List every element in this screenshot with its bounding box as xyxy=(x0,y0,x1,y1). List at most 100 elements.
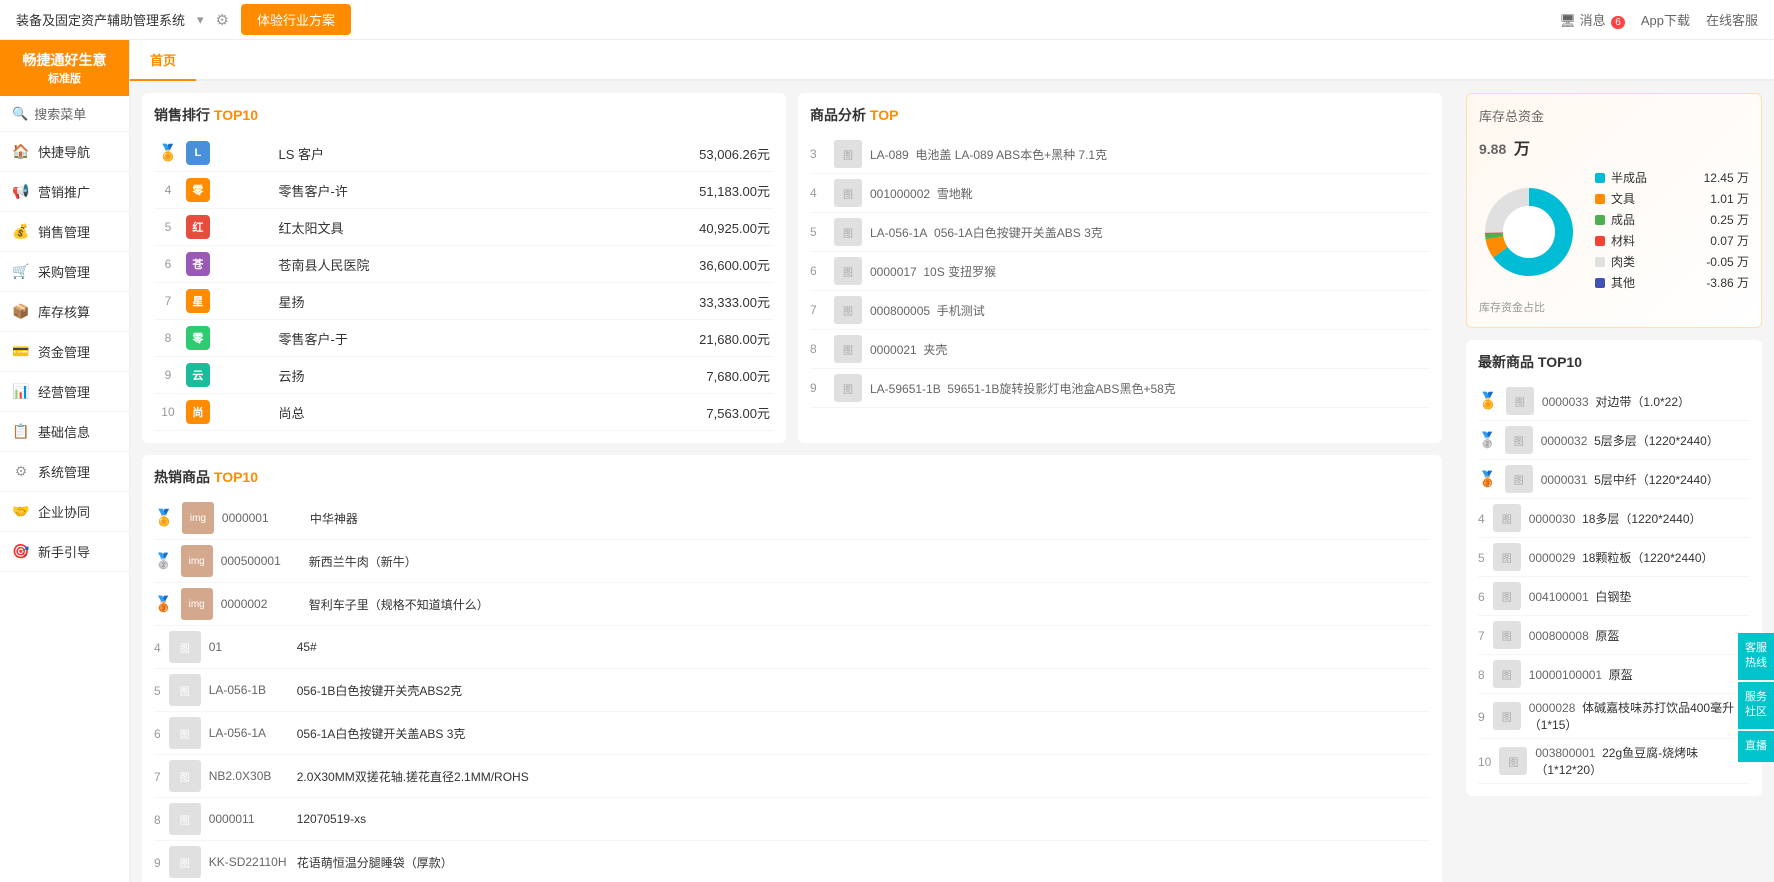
list-item: 🥉 img 0000002 智利车子里（规格不知道填什么） xyxy=(154,583,1430,626)
list-item: 🥈 img 000500001 新西兰牛肉（新牛） xyxy=(154,540,1430,583)
new-products-title: 最新商品 TOP10 xyxy=(1478,352,1750,372)
nav-tabs: 首页 xyxy=(130,40,1774,81)
sidebar-logo[interactable]: 畅捷通好生意 标准版 xyxy=(0,40,129,96)
chart-subtitle: 库存资金占比 xyxy=(1479,299,1749,315)
operations-icon: 📊 xyxy=(12,383,30,401)
list-item: 4 图 001000002 雪地靴 xyxy=(810,174,1430,213)
new-products-card: 最新商品 TOP10 🏅 图 0000033 对边带（1.0*22） 🥈 图 0… xyxy=(1466,340,1762,796)
list-item: 6 图 0000017 10S 变扭罗猴 xyxy=(810,252,1430,291)
topbar-app-download[interactable]: App下载 xyxy=(1641,10,1690,29)
topbar-online-service[interactable]: 在线客服 xyxy=(1706,10,1758,29)
list-item: 9 图 KK-SD22110H 花语萌恒温分腿睡袋（厚款） xyxy=(154,841,1430,882)
table-row: 10 尚 尚总 7,563.00元 xyxy=(154,394,774,431)
table-row: 9 云 云扬 7,680.00元 xyxy=(154,357,774,394)
sales-ranking-table: 🏅 L LS 客户 53,006.26元 4 零 零售客户-许 51,183.0… xyxy=(154,135,774,431)
chart-legend: 半成品 12.45 万 文具 1.01 万 成品 0.25 万 材料 0.07 … xyxy=(1595,169,1749,295)
list-item: 4 图 01 45# xyxy=(154,626,1430,669)
topbar-gear-icon[interactable]: ⚙ xyxy=(216,11,229,29)
float-button[interactable]: 服务社区 xyxy=(1738,682,1774,729)
legend-item: 半成品 12.45 万 xyxy=(1595,169,1749,186)
list-item: 7 图 000800008 原盔 xyxy=(1478,616,1750,655)
sidebar-search[interactable]: 🔍 搜索菜单 xyxy=(0,96,129,132)
table-row: 🏅 L LS 客户 53,006.26元 xyxy=(154,135,774,172)
sidebar-item-guide[interactable]: 🎯 新手引导 xyxy=(0,532,129,572)
table-row: 7 星 星扬 33,333.00元 xyxy=(154,283,774,320)
topbar-dropdown-icon[interactable]: ▾ xyxy=(197,12,204,28)
list-item: 5 图 LA-056-1A 056-1A白色按键开关盖ABS 3克 xyxy=(810,213,1430,252)
inventory-icon: 📦 xyxy=(12,303,30,321)
legend-item: 其他 -3.86 万 xyxy=(1595,274,1749,291)
sales-ranking-card: 销售排行 TOP10 🏅 L LS 客户 53,006.26元 4 零 零售客户… xyxy=(142,93,786,443)
inventory-label: 库存总资金 xyxy=(1479,106,1749,125)
donut-chart xyxy=(1479,182,1579,282)
sidebar-item-marketing[interactable]: 📢 营销推广 xyxy=(0,172,129,212)
finance-icon: 💳 xyxy=(12,343,30,361)
sidebar: 畅捷通好生意 标准版 🔍 搜索菜单 🏠 快捷导航 📢 营销推广 💰 销售管理 🛒… xyxy=(0,40,130,882)
float-button[interactable]: 客服热线 xyxy=(1738,633,1774,680)
list-item: 10 图 003800001 22g鱼豆腐-烧烤味（1*12*20） xyxy=(1478,739,1750,784)
search-icon: 🔍 xyxy=(12,106,28,122)
list-item: 7 图 NB2.0X30B 2.0X30MM双搓花轴.搓花直径2.1MM/ROH… xyxy=(154,755,1430,798)
table-row: 6 苍 苍南县人民医院 36,600.00元 xyxy=(154,246,774,283)
list-item: 5 图 0000029 18颗粒板（1220*2440） xyxy=(1478,538,1750,577)
list-item: 🏅 图 0000033 对边带（1.0*22） xyxy=(1478,382,1750,421)
list-item: 🥉 图 0000031 5层中纤（1220*2440） xyxy=(1478,460,1750,499)
sidebar-item-operations[interactable]: 📊 经营管理 xyxy=(0,372,129,412)
float-button[interactable]: 直播 xyxy=(1738,731,1774,762)
topbar-system-name: 装备及固定资产辅助管理系统 xyxy=(16,10,185,29)
enterprise-icon: 🤝 xyxy=(12,503,30,521)
legend-item: 材料 0.07 万 xyxy=(1595,232,1749,249)
list-item: 🏅 img 0000001 中华神器 xyxy=(154,497,1430,540)
table-row: 8 零 零售客户-于 21,680.00元 xyxy=(154,320,774,357)
topbar-messages[interactable]: 🖥 消息 6 xyxy=(1560,10,1625,29)
list-item: 5 图 LA-056-1B 056-1B白色按键开关壳ABS2克 xyxy=(154,669,1430,712)
sidebar-item-enterprise[interactable]: 🤝 企业协同 xyxy=(0,492,129,532)
list-item: 6 图 004100001 白钢垫 xyxy=(1478,577,1750,616)
sidebar-item-inventory[interactable]: 📦 库存核算 xyxy=(0,292,129,332)
inventory-card: 库存总资金 9.88 万 xyxy=(1466,93,1762,328)
marketing-icon: 📢 xyxy=(12,183,30,201)
hot-products-card: 热销商品 TOP10 🏅 img 0000001 中华神器 🥈 img 0005… xyxy=(142,455,1442,882)
legend-item: 肉类 -0.05 万 xyxy=(1595,253,1749,270)
list-item: 4 图 0000030 18多层（1220*2440） xyxy=(1478,499,1750,538)
top-section: 销售排行 TOP10 🏅 L LS 客户 53,006.26元 4 零 零售客户… xyxy=(142,93,1442,443)
topbar: 装备及固定资产辅助管理系统 ▾ ⚙ 体验行业方案 🖥 消息 6 App下载 在线… xyxy=(0,0,1774,40)
tab-home[interactable]: 首页 xyxy=(130,40,196,81)
hot-products-list: 🏅 img 0000001 中华神器 🥈 img 000500001 新西兰牛肉… xyxy=(154,497,1430,882)
sidebar-item-sales[interactable]: 💰 销售管理 xyxy=(0,212,129,252)
sidebar-item-purchase[interactable]: 🛒 采购管理 xyxy=(0,252,129,292)
legend-item: 成品 0.25 万 xyxy=(1595,211,1749,228)
product-analysis-list: 3 图 LA-089 电池盖 LA-089 ABS本色+黑种 7.1克 4 图 … xyxy=(810,135,1430,408)
guide-icon: 🎯 xyxy=(12,543,30,561)
legend-item: 文具 1.01 万 xyxy=(1595,190,1749,207)
basic-info-icon: 📋 xyxy=(12,423,30,441)
float-buttons: 客服热线服务社区直播 xyxy=(1738,633,1774,762)
new-products-list: 🏅 图 0000033 对边带（1.0*22） 🥈 图 0000032 5层多层… xyxy=(1478,382,1750,784)
list-item: 9 图 0000028 体碱嘉枝味苏打饮品400毫升（1*15） xyxy=(1478,694,1750,739)
sales-ranking-title: 销售排行 TOP10 xyxy=(154,105,774,125)
list-item: 7 图 000800005 手机测试 xyxy=(810,291,1430,330)
list-item: 🥈 图 0000032 5层多层（1220*2440） xyxy=(1478,421,1750,460)
product-analysis-card: 商品分析 TOP 3 图 LA-089 电池盖 LA-089 ABS本色+黑种 … xyxy=(798,93,1442,443)
chart-area: 半成品 12.45 万 文具 1.01 万 成品 0.25 万 材料 0.07 … xyxy=(1479,169,1749,295)
right-panel: 库存总资金 9.88 万 xyxy=(1454,81,1774,882)
list-item: 8 图 0000021 夹壳 xyxy=(810,330,1430,369)
inventory-amount: 9.88 万 xyxy=(1479,129,1749,161)
list-item: 8 图 0000011 12070519-xs xyxy=(154,798,1430,841)
sales-icon: 💰 xyxy=(12,223,30,241)
list-item: 3 图 LA-089 电池盖 LA-089 ABS本色+黑种 7.1克 xyxy=(810,135,1430,174)
list-item: 8 图 10000100001 原盔 xyxy=(1478,655,1750,694)
system-icon: ⚙ xyxy=(12,463,30,481)
main: 首页 销售排行 TOP10 🏅 L LS 客户 53,00 xyxy=(130,40,1774,882)
home-icon: 🏠 xyxy=(12,143,30,161)
table-row: 4 零 零售客户-许 51,183.00元 xyxy=(154,172,774,209)
hot-products-title: 热销商品 TOP10 xyxy=(154,467,1430,487)
list-item: 9 图 LA-59651-1B 59651-1B旋转投影灯电池盒ABS黑色+58… xyxy=(810,369,1430,408)
purchase-icon: 🛒 xyxy=(12,263,30,281)
sidebar-item-finance[interactable]: 💳 资金管理 xyxy=(0,332,129,372)
product-analysis-title: 商品分析 TOP xyxy=(810,105,1430,125)
sidebar-item-basic-info[interactable]: 📋 基础信息 xyxy=(0,412,129,452)
trial-button[interactable]: 体验行业方案 xyxy=(241,4,351,35)
sidebar-item-quick-nav[interactable]: 🏠 快捷导航 xyxy=(0,132,129,172)
sidebar-item-system[interactable]: ⚙ 系统管理 xyxy=(0,452,129,492)
